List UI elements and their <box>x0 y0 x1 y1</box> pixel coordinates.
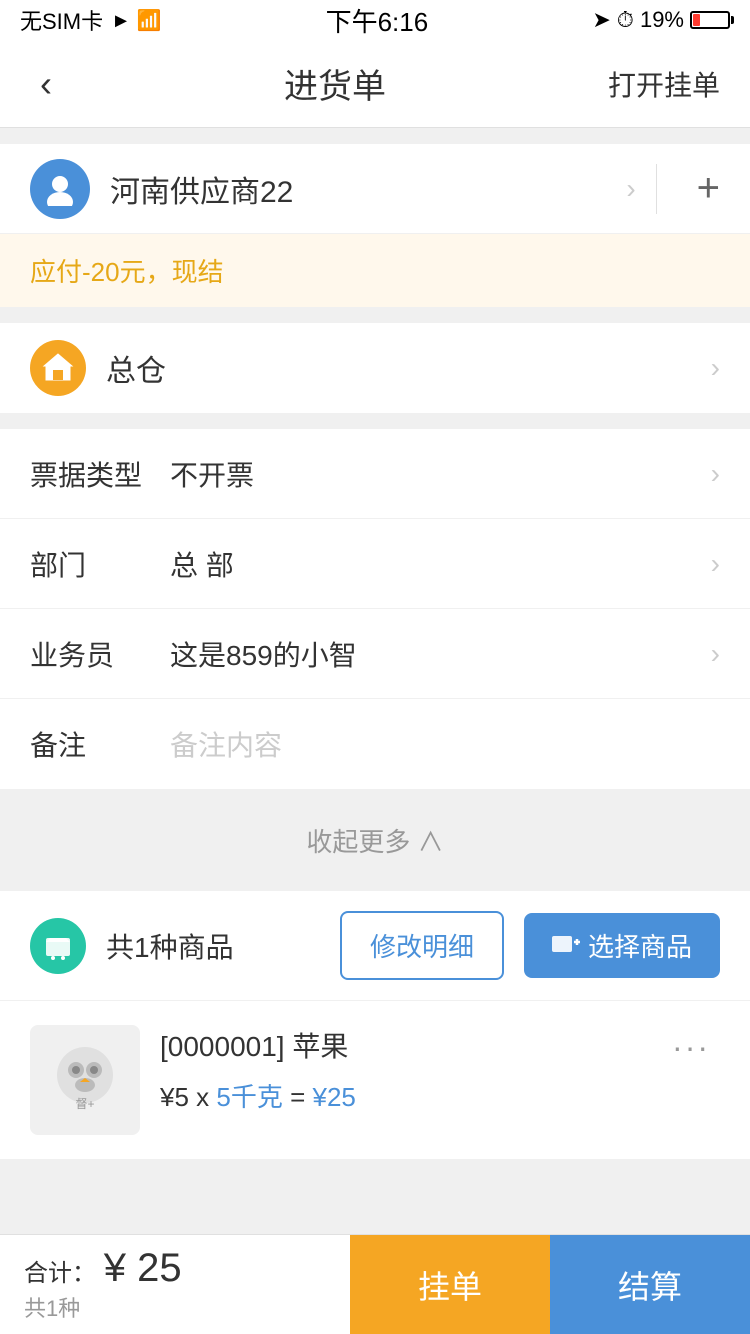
battery-percent: 19% <box>640 7 684 33</box>
total-label: 合计： <box>24 1260 96 1287</box>
supplier-avatar <box>30 159 90 219</box>
product-count: 共1种商品 <box>106 926 320 966</box>
back-button[interactable]: ‹ <box>30 53 62 115</box>
total-section: 合计： ¥ 25 共1种 <box>0 1235 350 1334</box>
svg-text:督+: 督+ <box>75 1096 94 1110</box>
cart-icon <box>42 930 74 962</box>
hold-button[interactable]: 挂单 <box>350 1235 550 1334</box>
dept-value: 总 部 <box>150 544 711 584</box>
total-count: 共1种 <box>24 1291 326 1323</box>
person-icon <box>43 172 77 206</box>
battery-fill <box>693 14 700 26</box>
warehouse-section[interactable]: 总仓 › <box>0 323 750 413</box>
price-total: ¥25 <box>312 1082 355 1112</box>
notice-text: 应付-20元，现结 <box>30 257 224 287</box>
product-details: [0000001] 苹果 ¥5 x 5千克 = ¥25 <box>160 1025 642 1114</box>
salesman-chevron-icon: › <box>711 638 720 670</box>
total-line: 合计： ¥ 25 <box>24 1246 326 1291</box>
owl-icon: 督+ <box>50 1040 120 1110</box>
remark-label: 备注 <box>30 724 150 764</box>
warehouse-icon <box>30 340 86 396</box>
section-gap-1 <box>0 128 750 144</box>
product-thumb-logo: 督+ <box>50 1040 120 1120</box>
bottom-bar: 合计： ¥ 25 共1种 挂单 结算 <box>0 1234 750 1334</box>
invoice-row[interactable]: 票据类型 不开票 › <box>0 429 750 519</box>
supplier-chevron-icon: › <box>626 173 635 205</box>
select-product-button[interactable]: 选择商品 <box>524 913 720 978</box>
warehouse-chevron-icon: › <box>711 352 720 384</box>
dept-chevron-icon: › <box>711 548 720 580</box>
house-icon <box>42 352 74 384</box>
dept-row[interactable]: 部门 总 部 › <box>0 519 750 609</box>
supplier-divider <box>656 164 657 214</box>
open-hold-button[interactable]: 打开挂单 <box>608 64 720 104</box>
modify-detail-button[interactable]: 修改明细 <box>340 911 504 980</box>
product-price: ¥5 x 5千克 = ¥25 <box>160 1077 642 1114</box>
supplier-actions: › + <box>626 164 720 214</box>
salesman-label: 业务员 <box>30 634 150 674</box>
product-section-icon <box>30 918 86 974</box>
status-left: 无SIM卡 ► 📶 <box>20 4 161 36</box>
remark-row[interactable]: 备注 备注内容 <box>0 699 750 789</box>
supplier-section[interactable]: 河南供应商22 › + <box>0 144 750 234</box>
page-title: 进货单 <box>284 59 386 108</box>
invoice-label: 票据类型 <box>30 454 150 494</box>
salesman-row[interactable]: 业务员 这是859的小智 › <box>0 609 750 699</box>
collapse-row[interactable]: 收起更多 ∧ <box>0 805 750 875</box>
location-icon: ➤ <box>592 7 610 33</box>
warehouse-name: 总仓 <box>106 346 711 390</box>
supplier-name: 河南供应商22 <box>110 167 626 211</box>
form-section: 票据类型 不开票 › 部门 总 部 › 业务员 这是859的小智 › 备注 备注… <box>0 429 750 789</box>
select-product-icon <box>552 934 580 958</box>
price-equals: = <box>283 1082 313 1112</box>
product-header: 共1种商品 修改明细 选择商品 <box>0 891 750 1000</box>
salesman-value: 这是859的小智 <box>150 634 711 674</box>
invoice-value: 不开票 <box>150 454 711 494</box>
price-base: ¥5 x <box>160 1082 216 1112</box>
select-product-label: 选择商品 <box>588 927 692 964</box>
price-qty: 5千克 <box>216 1082 282 1112</box>
dept-label: 部门 <box>30 544 150 584</box>
collapse-label: 收起更多 ∧ <box>306 822 443 859</box>
status-right: ➤ ⏱ 19% <box>592 7 730 33</box>
settle-button[interactable]: 结算 <box>550 1235 750 1334</box>
total-amount: ¥ 25 <box>104 1246 182 1290</box>
product-item: 督+ [0000001] 苹果 ¥5 x 5千克 = ¥25 ··· <box>0 1000 750 1159</box>
status-bar: 无SIM卡 ► 📶 下午6:16 ➤ ⏱ 19% <box>0 0 750 40</box>
product-thumbnail: 督+ <box>30 1025 140 1135</box>
invoice-chevron-icon: › <box>711 458 720 490</box>
product-more-button[interactable]: ··· <box>662 1025 720 1070</box>
product-name: [0000001] 苹果 <box>160 1025 642 1065</box>
remark-placeholder[interactable]: 备注内容 <box>150 724 720 764</box>
notice-bar: 应付-20元，现结 <box>0 234 750 307</box>
battery-icon <box>690 11 730 29</box>
alarm-icon: ⏱ <box>617 7 634 33</box>
carrier-text: 无SIM卡 <box>20 4 103 36</box>
nav-bar: ‹ 进货单 打开挂单 <box>0 40 750 128</box>
status-time: 下午6:16 <box>326 2 429 39</box>
wifi-icon: ► 📶 <box>111 8 161 33</box>
add-supplier-icon[interactable]: + <box>697 166 720 211</box>
